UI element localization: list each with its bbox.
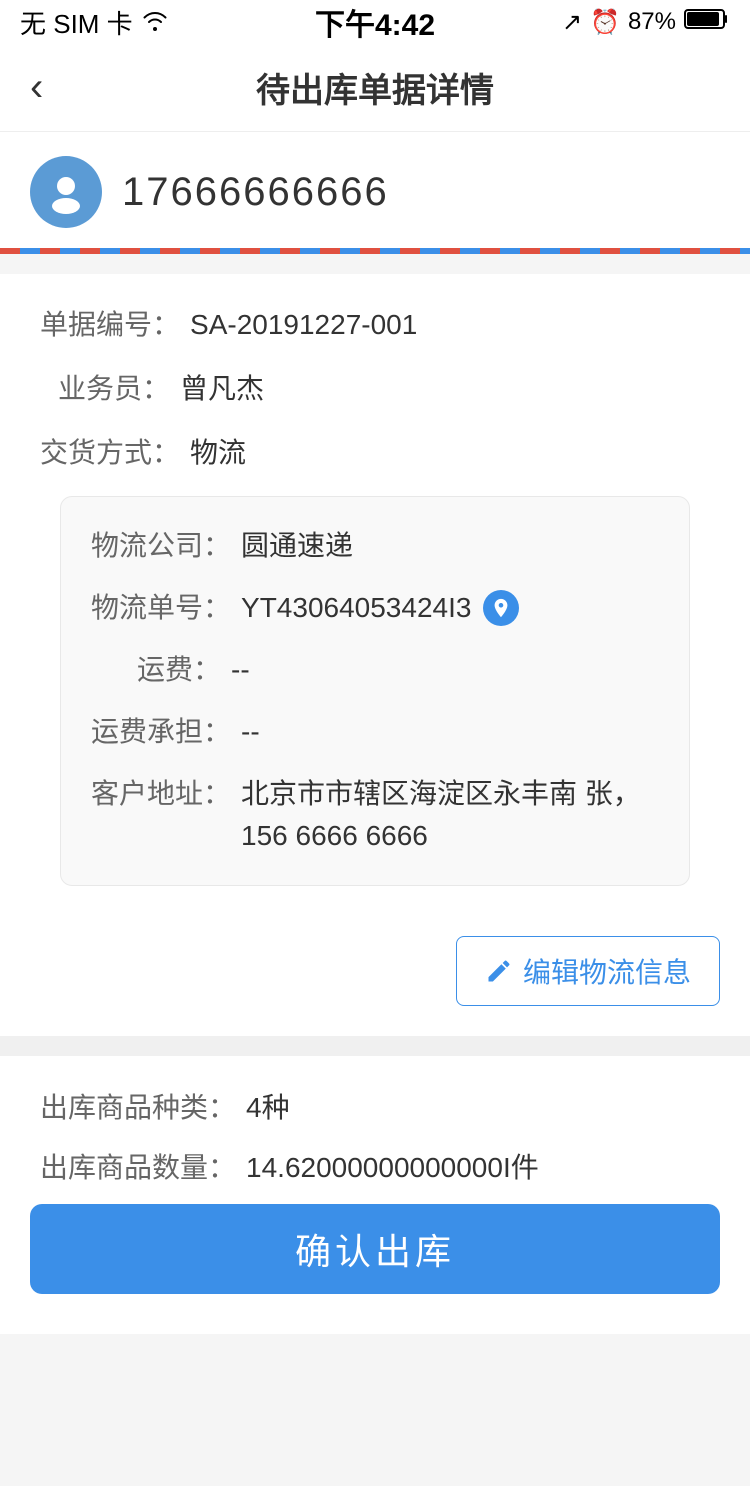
delivery-method-value: 物流: [190, 432, 710, 474]
order-no-value: SA-20191227-001: [190, 304, 710, 346]
status-bar: 无 SIM 卡 下午4:42 ↗ ⏰ 87%: [0, 0, 750, 44]
item-qty-value: 14.62000000000000I件: [246, 1146, 539, 1186]
item-types-label: 出库商品种类：: [40, 1086, 236, 1126]
delivery-method-label: 交货方式：: [40, 432, 180, 474]
freight-value: --: [231, 649, 659, 691]
user-header: 17666666666: [0, 132, 750, 248]
order-no-row: 单据编号： SA-20191227-001: [40, 304, 710, 346]
freight-bearer-label: 运费承担：: [91, 711, 231, 753]
wifi-icon: [141, 7, 169, 38]
edit-logistics-label: 编辑物流信息: [523, 951, 691, 991]
section-divider: [0, 1036, 750, 1056]
logistics-company-row: 物流公司： 圆通速递: [91, 525, 659, 567]
tracking-no-label: 物流单号：: [91, 587, 231, 629]
delivery-method-row: 交货方式： 物流: [40, 432, 710, 474]
item-types-row: 出库商品种类： 4种: [40, 1086, 710, 1126]
page-title: 待出库单据详情: [256, 63, 494, 112]
status-time: 下午4:42: [315, 0, 435, 44]
tracking-location-icon[interactable]: [483, 590, 519, 626]
order-no-label: 单据编号：: [40, 304, 180, 346]
logistics-company-label: 物流公司：: [91, 525, 231, 567]
edit-btn-container: 编辑物流信息: [0, 916, 750, 1036]
alarm-icon: ⏰: [590, 8, 620, 37]
carrier-text: 无 SIM 卡: [20, 4, 133, 41]
battery-icon: [684, 7, 730, 38]
sales-rep-value: 曾凡杰: [180, 368, 710, 410]
address-row: 客户地址： 北京市市辖区海淀区永丰南 张，156 6666 6666: [91, 773, 659, 857]
item-qty-label: 出库商品数量：: [40, 1146, 236, 1186]
item-types-value: 4种: [246, 1086, 290, 1126]
freight-bearer-row: 运费承担： --: [91, 711, 659, 753]
address-value: 北京市市辖区海淀区永丰南 张，156 6666 6666: [241, 773, 659, 857]
logistics-company-value: 圆通速递: [241, 525, 659, 567]
logistics-card: 物流公司： 圆通速递 物流单号： YT43064053424I3 运费： -- …: [60, 496, 690, 886]
address-label: 客户地址：: [91, 773, 231, 815]
tracking-no-value: YT43064053424I3: [241, 587, 659, 629]
dashed-separator: [0, 248, 750, 254]
battery-text: 87%: [628, 8, 676, 36]
status-left: 无 SIM 卡: [20, 4, 169, 41]
bottom-spacer: [0, 1326, 750, 1486]
edit-logistics-button[interactable]: 编辑物流信息: [456, 936, 720, 1006]
user-avatar: [30, 156, 102, 228]
nav-bar: ‹ 待出库单据详情: [0, 44, 750, 132]
freight-label: 运费：: [91, 649, 221, 691]
sales-rep-label: 业务员：: [40, 368, 170, 410]
location-service-icon: ↗: [562, 8, 582, 37]
item-qty-row: 出库商品数量： 14.62000000000000I件: [40, 1146, 710, 1186]
confirm-outbound-button[interactable]: 确认出库: [30, 1204, 720, 1294]
user-phone: 17666666666: [122, 170, 389, 215]
sales-rep-row: 业务员： 曾凡杰: [40, 368, 710, 410]
tracking-no-row: 物流单号： YT43064053424I3: [91, 587, 659, 629]
back-button[interactable]: ‹: [30, 65, 43, 110]
freight-bearer-value: --: [241, 711, 659, 753]
confirm-btn-label: 确认出库: [295, 1223, 455, 1275]
freight-row: 运费： --: [91, 649, 659, 691]
confirm-btn-wrapper: 确认出库: [0, 1184, 750, 1334]
order-info-section: 单据编号： SA-20191227-001 业务员： 曾凡杰 交货方式： 物流 …: [0, 274, 750, 916]
status-right: ↗ ⏰ 87%: [562, 7, 730, 38]
